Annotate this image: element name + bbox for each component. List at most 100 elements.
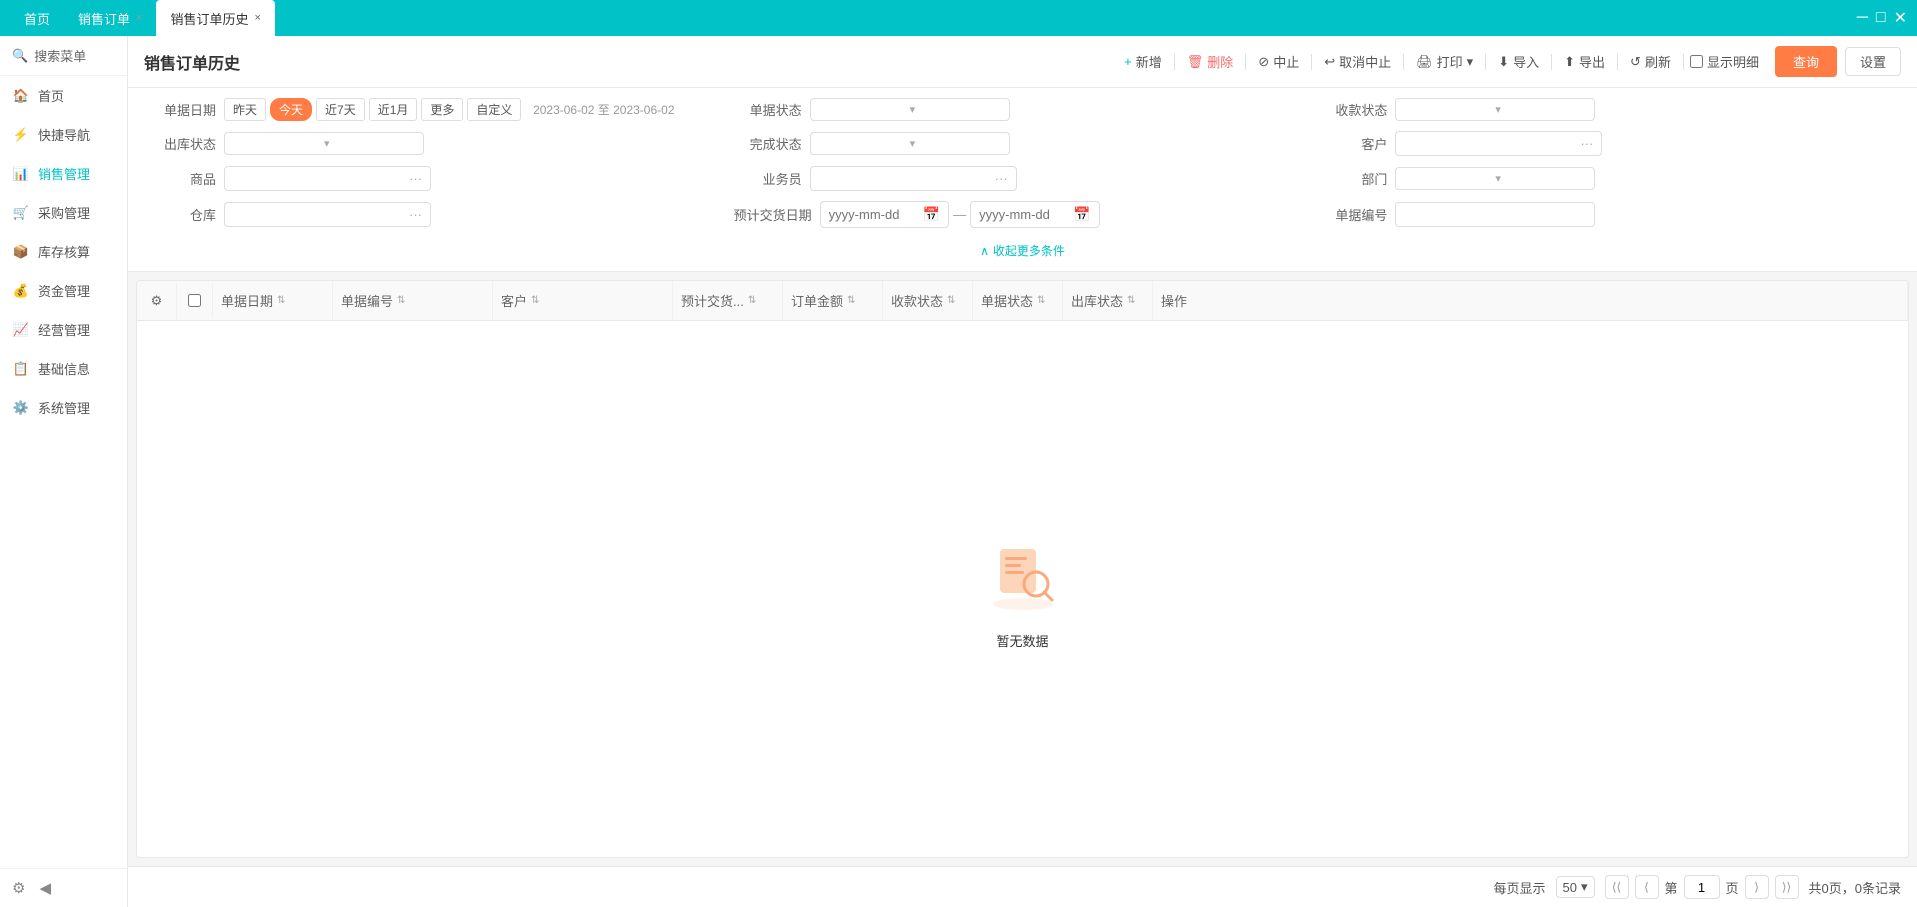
th-out-status-label: 出库状态 bbox=[1071, 291, 1123, 310]
display-columns-checkbox[interactable] bbox=[1690, 55, 1703, 68]
product-field[interactable] bbox=[233, 171, 409, 186]
query-btn[interactable]: 查询 bbox=[1775, 46, 1837, 77]
import-btn[interactable]: ⬇ 导入 bbox=[1492, 48, 1545, 75]
date-btn-7days[interactable]: 近7天 bbox=[316, 98, 365, 121]
sidebar-item-system[interactable]: ⚙️ 系统管理 bbox=[0, 388, 127, 427]
sidebar-item-purchase[interactable]: 🛒 采购管理 bbox=[0, 193, 127, 232]
finance-icon: 💰 bbox=[12, 282, 30, 300]
tab-sales-order-label: 销售订单 bbox=[78, 9, 130, 28]
sidebar-bottom: ⚙ ◀ bbox=[0, 868, 127, 907]
customer-field[interactable] bbox=[1404, 136, 1580, 151]
export-btn[interactable]: ⬆ 导出 bbox=[1558, 48, 1611, 75]
complete-status-select[interactable]: ▾ bbox=[810, 132, 1010, 155]
out-status-select[interactable]: ▾ bbox=[224, 132, 424, 155]
th-delivery[interactable]: 预计交货... ⇅ bbox=[673, 281, 783, 320]
delivery-date-end-field[interactable] bbox=[979, 207, 1069, 222]
sidebar-item-operation[interactable]: 📈 经营管理 bbox=[0, 310, 127, 349]
doc-no-field[interactable] bbox=[1404, 207, 1586, 222]
filter-cell-doc-no: 单据编号 bbox=[1315, 202, 1901, 227]
sidebar-item-quick-nav[interactable]: ⚡ 快捷导航 bbox=[0, 115, 127, 154]
select-all-checkbox[interactable] bbox=[188, 294, 201, 307]
page-label: 第 bbox=[1665, 878, 1678, 897]
date-btn-yesterday[interactable]: 昨天 bbox=[224, 98, 266, 121]
warehouse-dots-icon[interactable]: ··· bbox=[409, 207, 422, 222]
import-icon: ⬇ bbox=[1498, 54, 1509, 70]
salesperson-field[interactable] bbox=[819, 171, 995, 186]
th-amount[interactable]: 订单金额 ⇅ bbox=[783, 281, 883, 320]
tab-sales-order-close[interactable]: × bbox=[136, 12, 142, 24]
sidebar-item-base[interactable]: 📋 基础信息 bbox=[0, 349, 127, 388]
pay-status-select[interactable]: ▾ bbox=[1395, 98, 1595, 121]
page-title: 销售订单历史 bbox=[144, 50, 240, 74]
per-page-select[interactable]: 50 ▾ bbox=[1556, 876, 1595, 898]
calendar-end-icon[interactable]: 📅 bbox=[1073, 206, 1090, 223]
sort-customer-icon: ⇅ bbox=[531, 295, 539, 306]
th-pay-status[interactable]: 收款状态 ⇅ bbox=[883, 281, 973, 320]
window-close-btn[interactable]: ✕ bbox=[1894, 8, 1907, 28]
settings-btn[interactable]: 设置 bbox=[1845, 47, 1901, 76]
cancel-stop-btn[interactable]: ↩ 取消中止 bbox=[1318, 48, 1397, 75]
page-prev-btn[interactable]: ⟨ bbox=[1635, 875, 1659, 899]
per-page-label: 每页显示 bbox=[1493, 878, 1545, 897]
print-icon: 🖨 bbox=[1416, 54, 1433, 70]
display-columns-label[interactable]: 显示明细 bbox=[1690, 52, 1759, 71]
per-page-value: 50 bbox=[1563, 880, 1577, 895]
doc-status-select[interactable]: ▾ bbox=[810, 98, 1010, 121]
empty-illustration bbox=[978, 529, 1068, 619]
th-no[interactable]: 单据编号 ⇅ bbox=[333, 281, 493, 320]
salesperson-label: 业务员 bbox=[730, 169, 810, 188]
divider-5 bbox=[1485, 54, 1486, 70]
date-label: 单据日期 bbox=[144, 100, 224, 119]
delete-btn[interactable]: 🗑 删除 bbox=[1181, 48, 1240, 75]
date-btn-more[interactable]: 更多 bbox=[421, 98, 463, 121]
date-btn-today[interactable]: 今天 bbox=[270, 98, 312, 121]
refresh-btn[interactable]: ↺ 刷新 bbox=[1624, 48, 1677, 75]
tab-home[interactable]: 首页 bbox=[10, 0, 64, 36]
th-date-label: 单据日期 bbox=[221, 291, 273, 310]
sidebar-item-finance[interactable]: 💰 资金管理 bbox=[0, 271, 127, 310]
th-customer[interactable]: 客户 ⇅ bbox=[493, 281, 673, 320]
th-doc-status[interactable]: 单据状态 ⇅ bbox=[973, 281, 1063, 320]
stop-icon: ⊘ bbox=[1258, 54, 1269, 70]
th-out-status[interactable]: 出库状态 ⇅ bbox=[1063, 281, 1153, 320]
page-first-btn[interactable]: ⟨⟨ bbox=[1605, 875, 1629, 899]
warehouse-label: 仓库 bbox=[144, 205, 224, 224]
page-number-input[interactable] bbox=[1684, 875, 1720, 899]
print-btn[interactable]: 🖨 打印 ▾ bbox=[1410, 48, 1479, 75]
settings-bottom-icon[interactable]: ⚙ bbox=[12, 879, 25, 897]
th-gear[interactable]: ⚙ bbox=[137, 283, 177, 319]
date-btn-custom[interactable]: 自定义 bbox=[467, 98, 521, 121]
window-maximize-btn[interactable]: □ bbox=[1876, 9, 1886, 27]
page-last-btn[interactable]: ⟩⟩ bbox=[1775, 875, 1799, 899]
tab-sales-order[interactable]: 销售订单 × bbox=[64, 0, 156, 36]
product-dots-icon[interactable]: ··· bbox=[409, 171, 422, 186]
pagination: ⟨⟨ ⟨ 第 页 ⟩ ⟩⟩ bbox=[1605, 875, 1799, 899]
window-minimize-btn[interactable]: ─ bbox=[1857, 9, 1868, 27]
tab-sales-order-history-close[interactable]: × bbox=[254, 12, 260, 24]
stop-btn[interactable]: ⊘ 中止 bbox=[1252, 48, 1305, 75]
page-next-btn[interactable]: ⟩ bbox=[1745, 875, 1769, 899]
delivery-date-start-field[interactable] bbox=[829, 207, 919, 222]
collapse-row[interactable]: ∧ 收起更多条件 bbox=[144, 238, 1901, 261]
th-amount-label: 订单金额 bbox=[791, 291, 843, 310]
sidebar-item-home[interactable]: 🏠 首页 bbox=[0, 76, 127, 115]
sidebar-item-sales[interactable]: 📊 销售管理 bbox=[0, 154, 127, 193]
warehouse-field[interactable] bbox=[233, 207, 409, 222]
customer-dots-icon[interactable]: ··· bbox=[1580, 136, 1593, 151]
sidebar-item-inventory[interactable]: 📦 库存核算 bbox=[0, 232, 127, 271]
calendar-start-icon[interactable]: 📅 bbox=[923, 206, 940, 223]
new-btn[interactable]: + 新增 bbox=[1118, 48, 1168, 75]
per-page-arrow-icon: ▾ bbox=[1581, 879, 1588, 895]
filter-cell-warehouse: 仓库 ··· bbox=[144, 202, 730, 227]
department-select[interactable]: ▾ bbox=[1395, 167, 1595, 190]
tab-sales-order-history[interactable]: 销售订单历史 × bbox=[156, 0, 274, 36]
salesperson-dots-icon[interactable]: ··· bbox=[995, 171, 1008, 186]
th-check[interactable] bbox=[177, 284, 213, 317]
date-btn-1month[interactable]: 近1月 bbox=[369, 98, 418, 121]
filter-cell-product: 商品 ··· bbox=[144, 166, 730, 191]
th-date[interactable]: 单据日期 ⇅ bbox=[213, 281, 333, 320]
collapse-sidebar-icon[interactable]: ◀ bbox=[39, 879, 51, 897]
system-icon: ⚙️ bbox=[12, 399, 30, 417]
sidebar-search[interactable]: 🔍 搜索菜单 bbox=[0, 36, 127, 76]
main-content: 销售订单历史 + 新增 🗑 删除 ⊘ 中止 ↩ bbox=[128, 36, 1917, 907]
